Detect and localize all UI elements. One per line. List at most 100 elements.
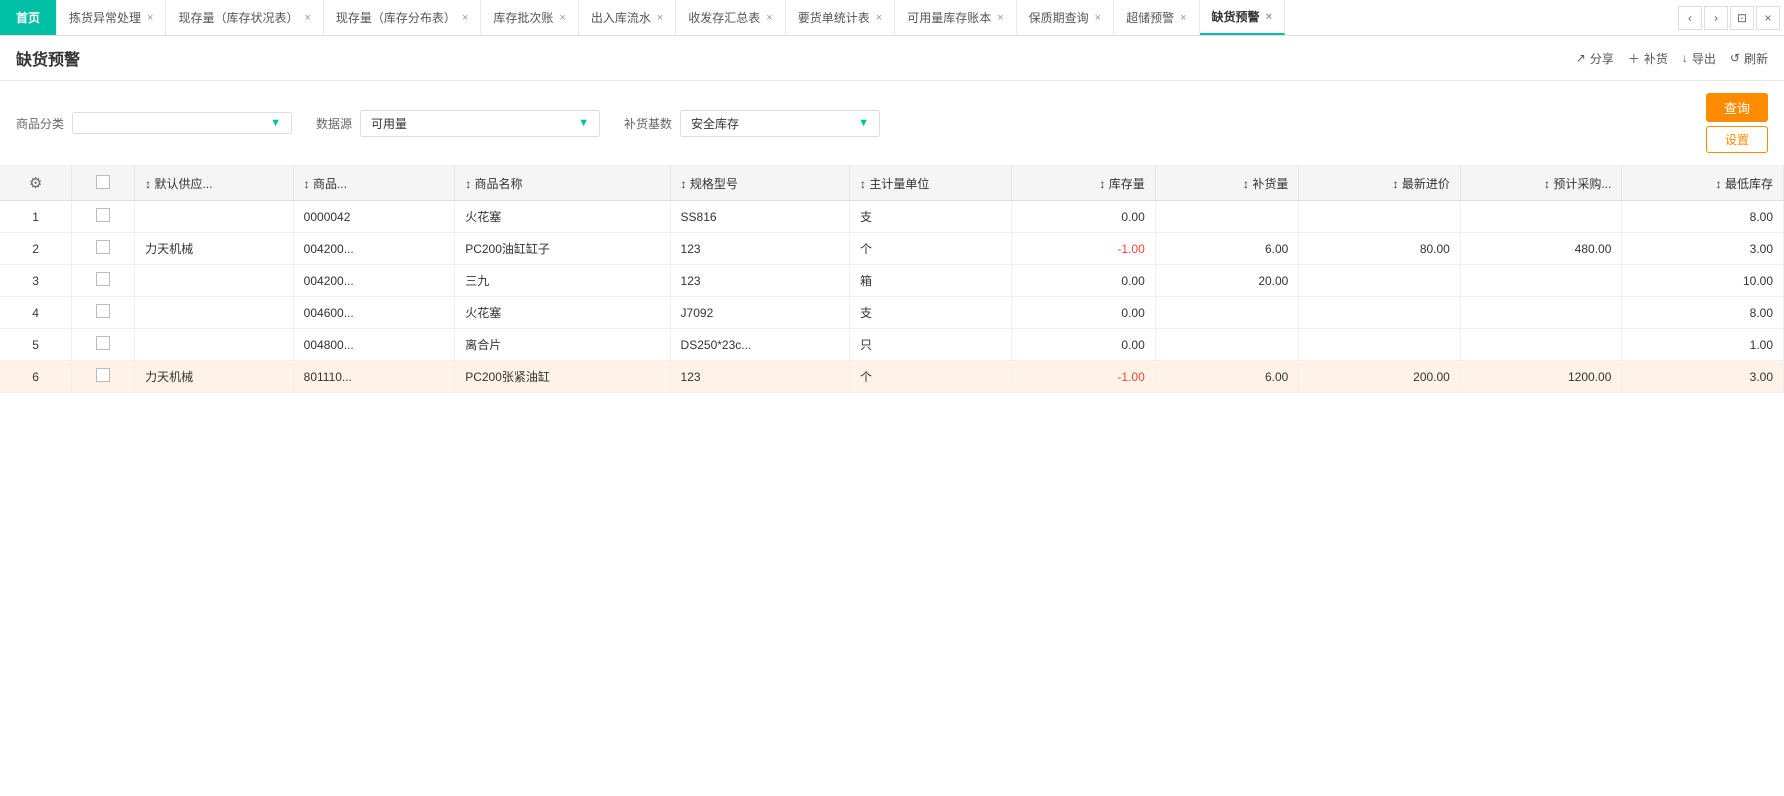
row-index: 3: [0, 265, 72, 297]
tab-close-shortage[interactable]: ×: [1266, 11, 1272, 23]
export-button[interactable]: ↓ 导出: [1682, 50, 1716, 67]
row-product-code: 0000042: [293, 201, 455, 233]
row-supplier: [135, 201, 294, 233]
replenish-button[interactable]: ＋ 补货: [1628, 50, 1668, 67]
tab-close-abnormal[interactable]: ×: [147, 12, 153, 24]
table-row: 1 0000042 火花塞 SS816 支 0.00 8.00: [0, 201, 1784, 233]
tab-expiry-query[interactable]: 保质期查询×: [1017, 0, 1114, 35]
refresh-button[interactable]: ↺ 刷新: [1730, 50, 1768, 67]
tab-batch-account[interactable]: 库存批次账×: [481, 0, 578, 35]
tab-shortage[interactable]: 缺货预警×: [1200, 0, 1285, 35]
datasource-select[interactable]: 可用量 ▼: [360, 110, 600, 137]
share-icon: ↗: [1576, 51, 1586, 65]
row-stock: 0.00: [1012, 201, 1156, 233]
table-row: 5 004800... 离合片 DS250*23c... 只 0.00 1.00: [0, 329, 1784, 361]
row-product-code: 004600...: [293, 297, 455, 329]
tab-restore-button[interactable]: ⊡: [1730, 6, 1754, 30]
row-est-purchase: 1200.00: [1460, 361, 1622, 393]
row-stock: 0.00: [1012, 329, 1156, 361]
row-replenish: 6.00: [1155, 361, 1299, 393]
row-checkbox[interactable]: [96, 272, 110, 286]
row-replenish: 6.00: [1155, 233, 1299, 265]
tab-close-expiry-query[interactable]: ×: [1095, 12, 1101, 24]
replenish-base-value: 安全库存: [691, 115, 739, 132]
row-checkbox[interactable]: [96, 208, 110, 222]
row-min-stock: 3.00: [1622, 233, 1784, 265]
tab-abnormal[interactable]: 拣货异常处理 ×: [57, 0, 166, 35]
row-checkbox[interactable]: [96, 368, 110, 382]
settings-button[interactable]: 设置: [1706, 126, 1768, 153]
row-min-stock: 10.00: [1622, 265, 1784, 297]
tab-label-overstock: 超储预警: [1126, 9, 1174, 26]
row-stock: 0.00: [1012, 297, 1156, 329]
select-all-checkbox[interactable]: [96, 175, 110, 189]
tab-prev-button[interactable]: ‹: [1678, 6, 1702, 30]
tab-home[interactable]: 首页: [0, 0, 57, 35]
row-spec: 123: [670, 233, 849, 265]
category-select[interactable]: ▼: [72, 112, 292, 134]
tab-next-button[interactable]: ›: [1704, 6, 1728, 30]
tab-stock-status[interactable]: 现存量（库存状况表） ×: [166, 0, 323, 35]
tab-close-overstock[interactable]: ×: [1180, 12, 1186, 24]
row-spec: 123: [670, 361, 849, 393]
tab-receive-summary[interactable]: 收发存汇总表 ×: [676, 0, 785, 35]
tab-close-stock-status[interactable]: ×: [304, 12, 310, 24]
row-unit: 只: [850, 329, 1012, 361]
col-header-supplier: ↕ 默认供应...: [135, 166, 294, 201]
replenish-base-select[interactable]: 安全库存 ▼: [680, 110, 880, 137]
table-settings-gear-icon[interactable]: ⚙: [29, 175, 42, 192]
row-product-code: 004200...: [293, 233, 455, 265]
row-latest-price: 80.00: [1299, 233, 1461, 265]
table-row: 3 004200... 三九 123 箱 0.00 20.00 10.00: [0, 265, 1784, 297]
tab-close-batch-account[interactable]: ×: [559, 12, 565, 24]
category-filter-group: 商品分类 ▼: [16, 112, 292, 134]
tab-demand-stat[interactable]: 要货单统计表 ×: [786, 0, 895, 35]
row-spec: 123: [670, 265, 849, 297]
row-checkbox[interactable]: [96, 336, 110, 350]
tab-label-demand-stat: 要货单统计表: [798, 9, 870, 26]
replenish-icon: ＋: [1628, 50, 1640, 67]
row-checkbox-cell: [72, 233, 135, 265]
row-min-stock: 8.00: [1622, 201, 1784, 233]
table-container: ⚙ ↕ 默认供应... ↕ 商品... ↕ 商品名称: [0, 166, 1784, 393]
row-min-stock: 3.00: [1622, 361, 1784, 393]
share-button[interactable]: ↗ 分享: [1576, 50, 1614, 67]
tab-label-receive-summary: 收发存汇总表: [688, 9, 760, 26]
col-header-settings: ⚙: [0, 166, 72, 201]
tab-close-available-ledger[interactable]: ×: [997, 12, 1003, 24]
row-latest-price: 200.00: [1299, 361, 1461, 393]
tab-close-receive-summary[interactable]: ×: [766, 12, 772, 24]
tab-close-inout-flow[interactable]: ×: [657, 12, 663, 24]
tab-available-ledger[interactable]: 可用量库存账本×: [895, 0, 1016, 35]
datasource-chevron-icon: ▼: [578, 117, 589, 129]
tab-label-stock-status: 现存量（库存状况表）: [178, 9, 298, 26]
row-product-name: 火花塞: [455, 201, 670, 233]
row-checkbox[interactable]: [96, 304, 110, 318]
datasource-value: 可用量: [371, 115, 407, 132]
row-checkbox-cell: [72, 297, 135, 329]
category-label: 商品分类: [16, 115, 64, 132]
table-row: 4 004600... 火花塞 J7092 支 0.00 8.00: [0, 297, 1784, 329]
row-est-purchase: [1460, 265, 1622, 297]
tab-close-all-button[interactable]: ×: [1756, 6, 1780, 30]
row-index: 2: [0, 233, 72, 265]
tab-close-stock-dist[interactable]: ×: [462, 12, 468, 24]
row-index: 1: [0, 201, 72, 233]
tab-stock-dist[interactable]: 现存量（库存分布表）×: [324, 0, 481, 35]
shortage-warning-table: ⚙ ↕ 默认供应... ↕ 商品... ↕ 商品名称: [0, 166, 1784, 393]
row-replenish: [1155, 329, 1299, 361]
row-replenish: [1155, 297, 1299, 329]
tab-overstock[interactable]: 超储预警 ×: [1114, 0, 1199, 35]
tab-label-abnormal: 拣货异常处理: [69, 9, 141, 26]
row-product-name: 离合片: [455, 329, 670, 361]
query-button[interactable]: 查询: [1706, 93, 1768, 122]
row-stock: -1.00: [1012, 361, 1156, 393]
tab-close-demand-stat[interactable]: ×: [876, 12, 882, 24]
row-spec: SS816: [670, 201, 849, 233]
row-index: 6: [0, 361, 72, 393]
tab-inout-flow[interactable]: 出入库流水×: [579, 0, 676, 35]
refresh-icon: ↺: [1730, 51, 1740, 65]
row-est-purchase: [1460, 329, 1622, 361]
col-header-checkbox: [72, 166, 135, 201]
row-checkbox[interactable]: [96, 240, 110, 254]
